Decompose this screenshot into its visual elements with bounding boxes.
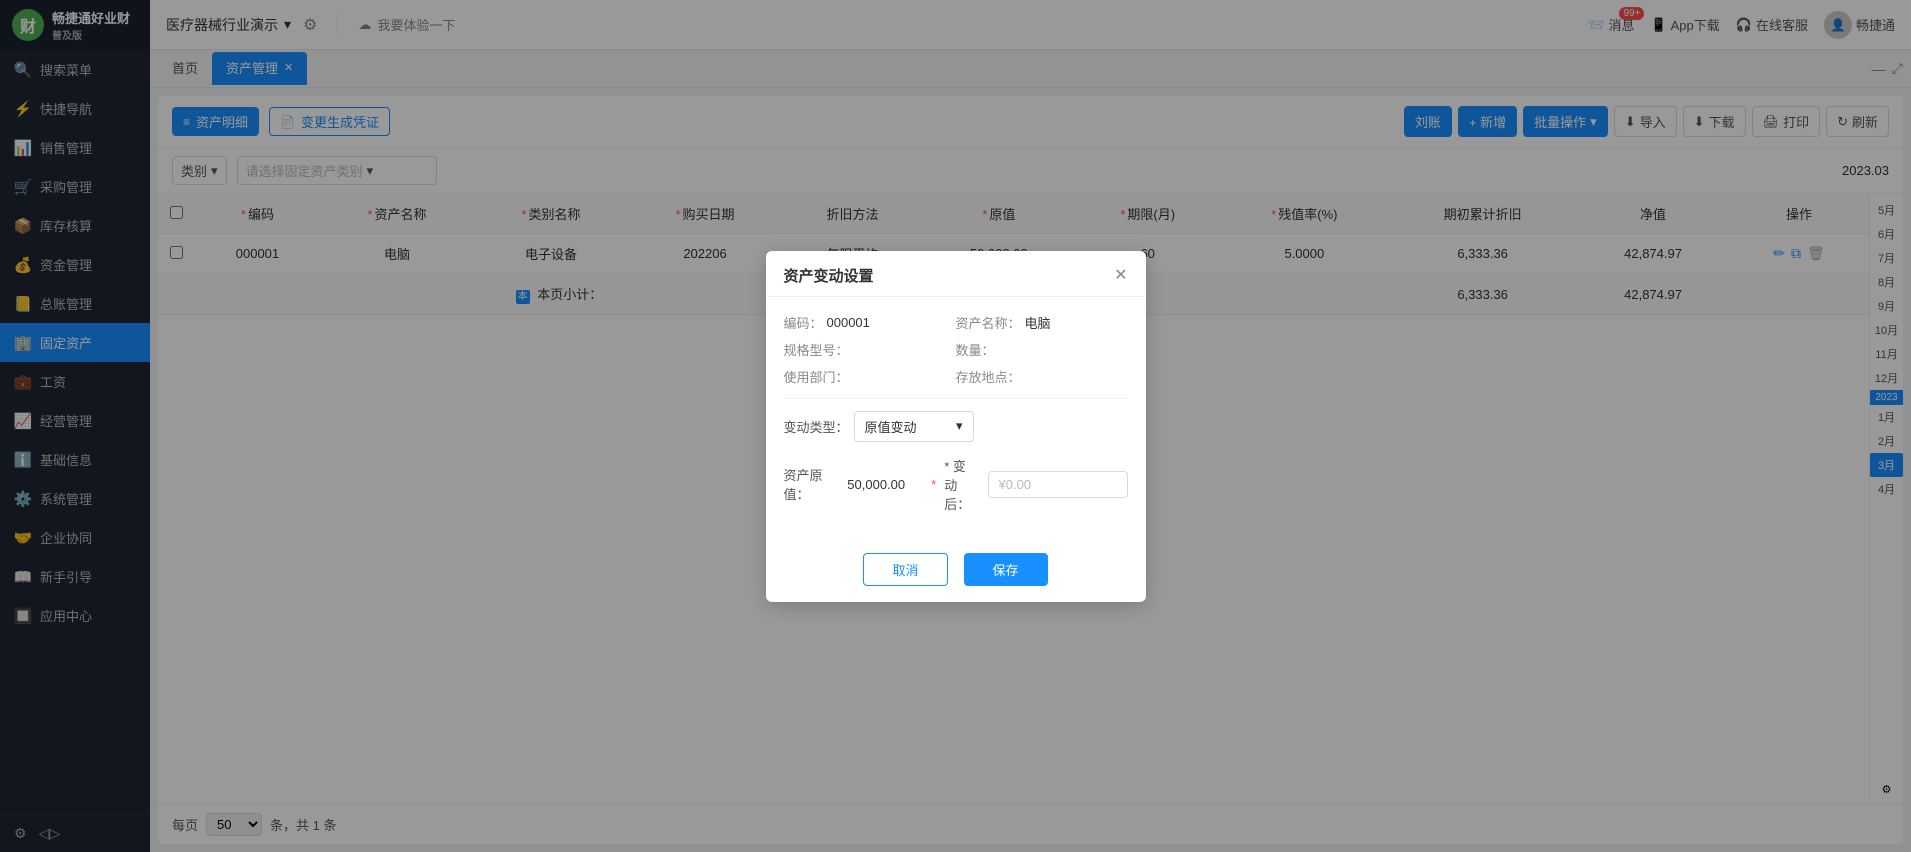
modal-quantity-item: 数量： (956, 340, 1128, 359)
modal-body: 编码： 000001 资产名称： 电脑 规格型号： 数量： (766, 297, 1146, 543)
modal-dept-label: 使用部门： (784, 367, 849, 386)
asset-change-modal: 资产变动设置 ✕ 编码： 000001 资产名称： 电脑 规格型号： (766, 251, 1146, 602)
modal-location-item: 存放地点： (956, 367, 1128, 386)
save-label: 保存 (993, 563, 1019, 578)
modal-original-amount: 50,000.00 (847, 477, 905, 492)
modal-asset-name-value: 电脑 (1025, 313, 1051, 332)
cancel-button[interactable]: 取消 (863, 553, 947, 586)
modal-info-row-2: 规格型号： 数量： (784, 340, 1128, 359)
modal-spec-label: 规格型号： (784, 340, 849, 359)
modal-info-row-3: 使用部门： 存放地点： (784, 367, 1128, 386)
modal-divider (784, 398, 1128, 399)
required-mark: * (931, 477, 936, 492)
modal-change-type-value: 原值变动 ▾ (854, 411, 974, 442)
modal-asset-name-item: 资产名称： 电脑 (956, 313, 1128, 332)
cancel-label: 取消 (892, 563, 918, 578)
modal-change-type-row: 变动类型： 原值变动 ▾ (784, 411, 1128, 442)
change-type-select[interactable]: 原值变动 ▾ (854, 411, 974, 442)
modal-code-value: 000001 (827, 315, 870, 330)
modal-quantity-label: 数量： (956, 340, 995, 359)
chevron-down-icon: ▾ (956, 418, 963, 434)
modal-close-icon[interactable]: ✕ (1114, 265, 1127, 285)
after-change-label: * 变动后： (944, 456, 977, 513)
modal-original-value-label: 资产原值： (784, 465, 848, 503)
modal-info-row-1: 编码： 000001 资产名称： 电脑 (784, 313, 1128, 332)
modal-footer: 取消 保存 (766, 543, 1146, 602)
modal-overlay: 资产变动设置 ✕ 编码： 000001 资产名称： 电脑 规格型号： (0, 0, 1911, 852)
modal-change-type-label: 变动类型： (784, 417, 854, 436)
modal-title: 资产变动设置 (784, 265, 874, 286)
modal-location-label: 存放地点： (956, 367, 1021, 386)
modal-spec-item: 规格型号： (784, 340, 956, 359)
modal-original-value-row: 资产原值： 50,000.00 * * 变动后： (784, 456, 1128, 513)
modal-code-item: 编码： 000001 (784, 313, 956, 332)
modal-code-label: 编码： (784, 313, 823, 332)
save-button[interactable]: 保存 (964, 553, 1048, 586)
change-type-selected: 原值变动 (865, 417, 917, 436)
modal-header: 资产变动设置 ✕ (766, 251, 1146, 297)
modal-original-value-content: 50,000.00 * * 变动后： (847, 456, 1127, 513)
modal-asset-name-label: 资产名称： (956, 313, 1021, 332)
after-change-input[interactable] (988, 471, 1128, 498)
modal-dept-item: 使用部门： (784, 367, 956, 386)
